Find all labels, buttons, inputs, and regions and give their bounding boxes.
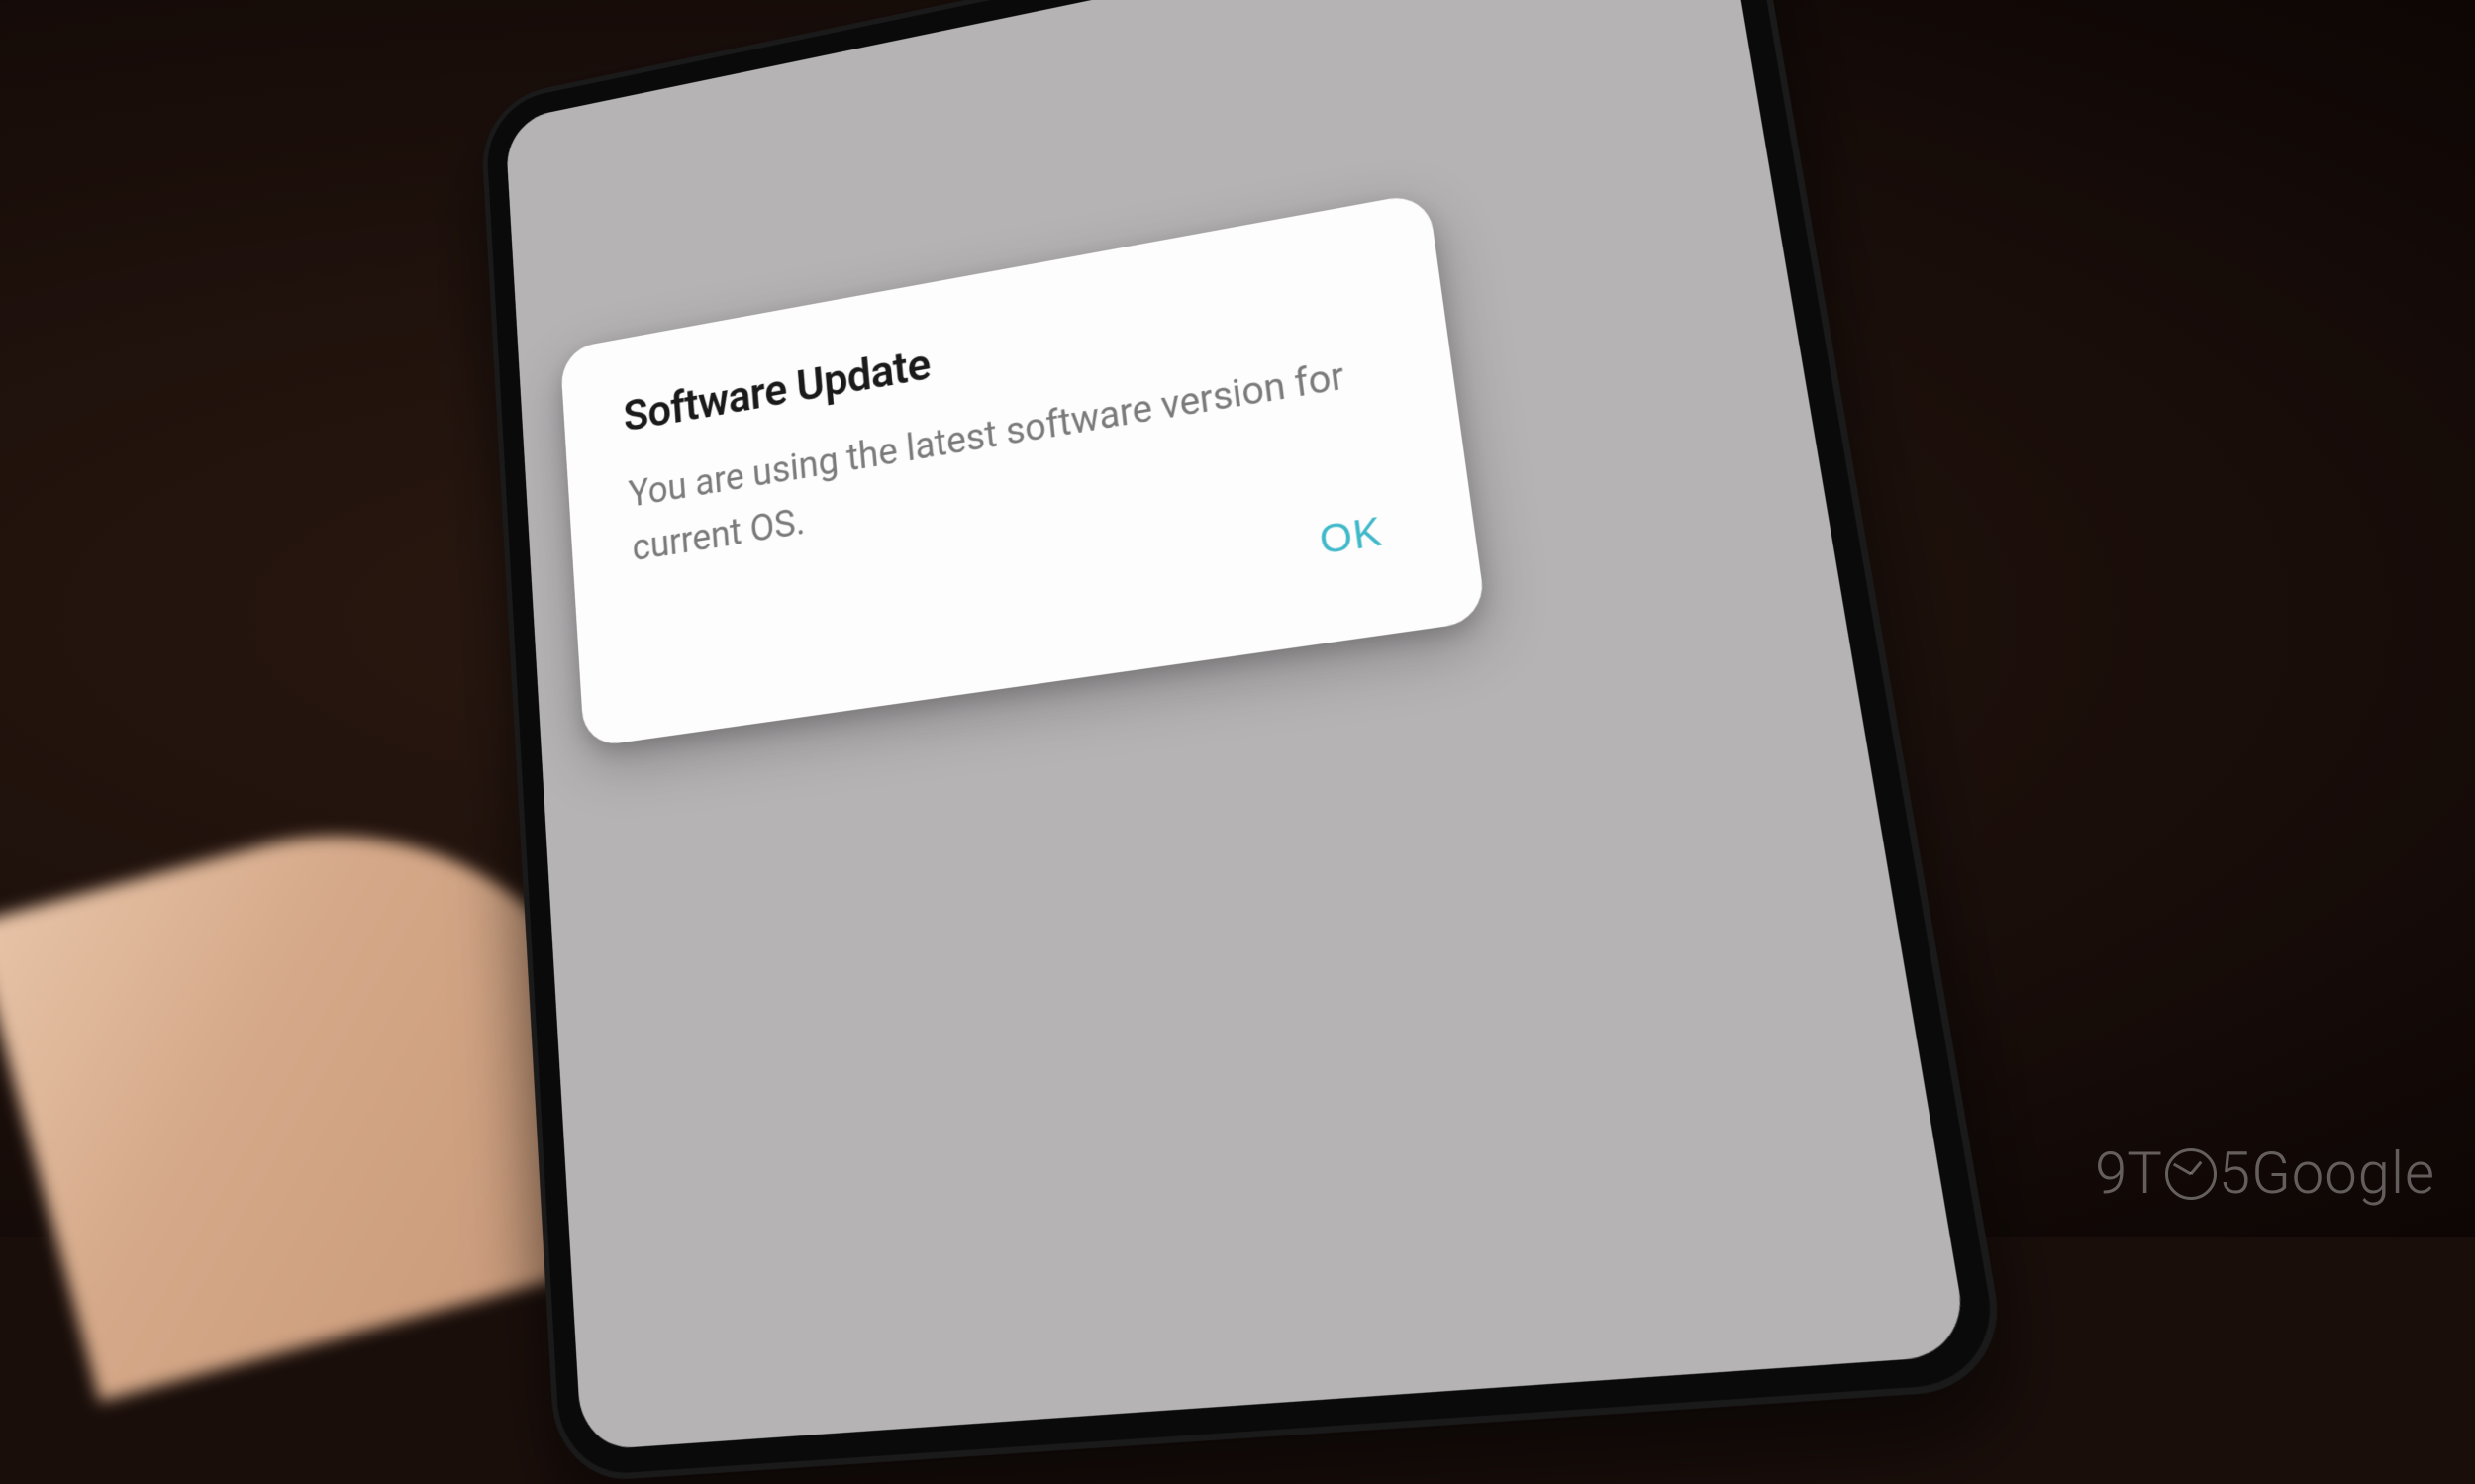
- watermark-suffix: 5Google: [2219, 1140, 2435, 1208]
- watermark-prefix: 9T: [2095, 1140, 2163, 1208]
- ok-button[interactable]: OK: [1296, 495, 1407, 576]
- phone-screen: Software Update You are using the latest…: [505, 0, 1970, 1450]
- phone-device-frame: Software Update You are using the latest…: [479, 0, 2012, 1484]
- watermark-logo: 9T 5Google: [2095, 1140, 2435, 1208]
- software-update-dialog: Software Update You are using the latest…: [560, 192, 1488, 748]
- photo-scene: Software Update You are using the latest…: [0, 0, 2475, 1237]
- clock-icon: [2165, 1148, 2217, 1200]
